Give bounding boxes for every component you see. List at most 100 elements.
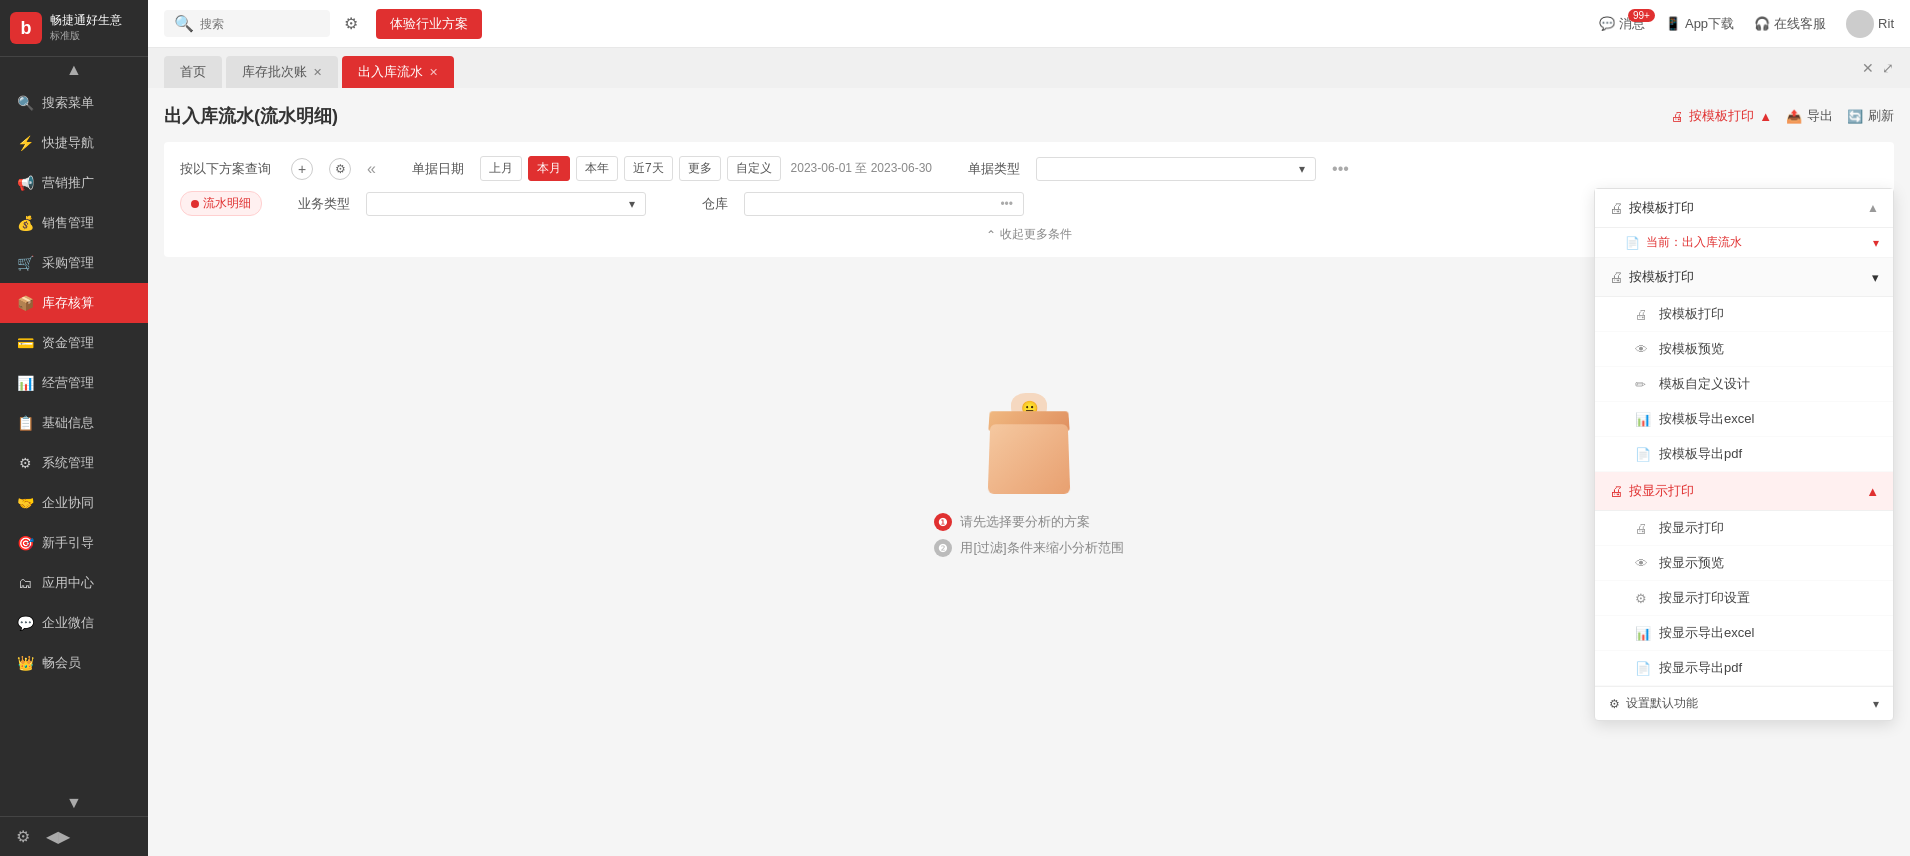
empty-step2-text: 用[过滤]条件来缩小分析范围	[960, 539, 1123, 557]
flow-detail-tag[interactable]: 流水明细	[180, 191, 262, 216]
date-btn-7days[interactable]: 近7天	[624, 156, 673, 181]
print-template-label: 按模板打印	[1689, 107, 1754, 125]
date-btn-last-month[interactable]: 上月	[480, 156, 522, 181]
app-download-btn[interactable]: 📱 App下载	[1665, 15, 1734, 33]
sidebar-item-base-info[interactable]: 📋 基础信息	[0, 403, 148, 443]
doc-type-select[interactable]: ▾	[1036, 157, 1316, 181]
date-btn-this-month[interactable]: 本月	[528, 156, 570, 181]
user-profile-btn[interactable]: Rit	[1846, 10, 1894, 38]
date-btn-custom[interactable]: 自定义	[727, 156, 781, 181]
sidebar-item-operations[interactable]: 📊 经营管理	[0, 363, 148, 403]
sidebar-item-member[interactable]: 👑 畅会员	[0, 643, 148, 683]
tab-maximize-icon[interactable]: ⤢	[1882, 60, 1894, 76]
tab-inout-flow-close[interactable]: ✕	[429, 66, 438, 79]
dropdown-item-display-settings[interactable]: ⚙ 按显示打印设置	[1595, 581, 1893, 616]
date-range-display: 2023-06-01 至 2023-06-30	[791, 160, 932, 177]
main-area: 🔍 ⚙ 体验行业方案 💬 消息 99+ 📱 App下载 🎧 在线客服 R	[148, 0, 1910, 856]
dropdown-item-template-pdf[interactable]: 📄 按模板导出pdf	[1595, 437, 1893, 472]
message-btn[interactable]: 💬 消息 99+	[1599, 15, 1645, 33]
header-search-box[interactable]: 🔍	[164, 10, 330, 37]
page-actions: 🖨 按模板打印 ▲ 📤 导出 🔄 刷新	[1671, 107, 1894, 125]
display-print-section-header[interactable]: 🖨 按显示打印 ▲	[1595, 472, 1893, 511]
doc-type-more-icon[interactable]: •••	[1332, 160, 1349, 178]
dropdown-item-display-excel[interactable]: 📊 按显示导出excel	[1595, 616, 1893, 651]
sidebar-item-system[interactable]: ⚙ 系统管理	[0, 443, 148, 483]
warehouse-select[interactable]: •••	[744, 192, 1024, 216]
sidebar-item-search-menu[interactable]: 🔍 搜索菜单	[0, 83, 148, 123]
filter-settings-btn[interactable]: ⚙	[329, 158, 351, 180]
app-download-label: App下载	[1685, 15, 1734, 33]
dropdown-chevron-up[interactable]: ▲	[1867, 201, 1879, 215]
date-btn-more[interactable]: 更多	[679, 156, 721, 181]
date-label: 单据日期	[412, 160, 464, 178]
tab-home[interactable]: 首页	[164, 56, 222, 88]
current-label-text: 当前：出入库流水	[1646, 234, 1742, 251]
tab-batch-account-label: 库存批次账	[242, 63, 307, 81]
print-template-btn[interactable]: 🖨 按模板打印 ▲	[1671, 107, 1772, 125]
dropdown-item-template-preview[interactable]: 👁 按模板预览	[1595, 332, 1893, 367]
filter-add-btn[interactable]: +	[291, 158, 313, 180]
warehouse-more-icon[interactable]: •••	[1000, 197, 1013, 211]
operations-icon: 📊	[16, 374, 34, 392]
sidebar-item-sales[interactable]: 💰 销售管理	[0, 203, 148, 243]
dropdown-item-template-excel[interactable]: 📊 按模板导出excel	[1595, 402, 1893, 437]
online-service-label: 在线客服	[1774, 15, 1826, 33]
print-dropdown-arrow[interactable]: ▲	[1759, 109, 1772, 124]
purchase-icon: 🛒	[16, 254, 34, 272]
online-service-btn[interactable]: 🎧 在线客服	[1754, 15, 1826, 33]
display-preview-icon: 👁	[1635, 556, 1651, 571]
sidebar-item-weixin[interactable]: 💬 企业微信	[0, 603, 148, 643]
dropdown-item-display-preview[interactable]: 👁 按显示预览	[1595, 546, 1893, 581]
sidebar-item-purchase[interactable]: 🛒 采购管理	[0, 243, 148, 283]
template-excel-label: 按模板导出excel	[1659, 410, 1754, 428]
sidebar-item-finance[interactable]: 💳 资金管理	[0, 323, 148, 363]
biz-type-select[interactable]: ▾	[366, 192, 646, 216]
search-plan-label: 按以下方案查询	[180, 160, 271, 178]
sidebar-item-inventory[interactable]: 📦 库存核算	[0, 283, 148, 323]
template-section-arrow[interactable]: ▾	[1872, 270, 1879, 285]
sidebar-item-marketing[interactable]: 📢 营销推广	[0, 163, 148, 203]
header-gear-icon[interactable]: ⚙	[344, 14, 358, 33]
empty-text: ❶ 请先选择要分析的方案 ❷ 用[过滤]条件来缩小分析范围	[934, 513, 1123, 557]
search-icon: 🔍	[174, 14, 194, 33]
search-input[interactable]	[200, 17, 320, 31]
sidebar-item-app-center[interactable]: 🗂 应用中心	[0, 563, 148, 603]
industry-btn[interactable]: 体验行业方案	[376, 9, 482, 39]
print-icon: 🖨	[1671, 109, 1684, 124]
sidebar-item-quick-nav[interactable]: ⚡ 快捷导航	[0, 123, 148, 163]
search-menu-icon: 🔍	[16, 94, 34, 112]
sidebar-item-guide[interactable]: 🎯 新手引导	[0, 523, 148, 563]
bottom-collapse-icon[interactable]: ◀▶	[46, 827, 70, 846]
template-print-section-header[interactable]: 🖨 按模板打印 ▾	[1595, 258, 1893, 297]
tab-close-window-icon[interactable]: ✕	[1862, 60, 1874, 76]
current-chevron[interactable]: ▾	[1873, 236, 1879, 250]
sidebar-scroll-down[interactable]: ▼	[0, 790, 148, 816]
template-preview-label: 按模板预览	[1659, 340, 1724, 358]
footer-dropdown-arrow[interactable]: ▾	[1873, 697, 1879, 711]
empty-step1-text: 请先选择要分析的方案	[960, 513, 1090, 531]
sidebar-item-company[interactable]: 🤝 企业协同	[0, 483, 148, 523]
tab-batch-account-close[interactable]: ✕	[313, 66, 322, 79]
current-icon: 📄	[1625, 236, 1640, 250]
sidebar-label-purchase: 采购管理	[42, 254, 94, 272]
refresh-btn[interactable]: 🔄 刷新	[1847, 107, 1894, 125]
dropdown-footer[interactable]: ⚙ 设置默认功能 ▾	[1595, 686, 1893, 720]
display-section-arrow[interactable]: ▲	[1866, 484, 1879, 499]
dropdown-item-display-pdf[interactable]: 📄 按显示导出pdf	[1595, 651, 1893, 686]
filter-collapse-icon[interactable]: «	[367, 160, 376, 178]
sales-icon: 💰	[16, 214, 34, 232]
tab-inout-flow[interactable]: 出入库流水 ✕	[342, 56, 454, 88]
tab-bar-right: ✕ ⤢	[1862, 60, 1894, 76]
sidebar-scroll-up[interactable]: ▲	[0, 57, 148, 83]
sidebar-label-operations: 经营管理	[42, 374, 94, 392]
export-btn[interactable]: 📤 导出	[1786, 107, 1833, 125]
dropdown-item-template-custom[interactable]: ✏ 模板自定义设计	[1595, 367, 1893, 402]
dropdown-item-display-print[interactable]: 🖨 按显示打印	[1595, 511, 1893, 546]
date-btn-this-year[interactable]: 本年	[576, 156, 618, 181]
system-icon: ⚙	[16, 454, 34, 472]
tab-batch-account[interactable]: 库存批次账 ✕	[226, 56, 338, 88]
message-badge: 99+	[1628, 9, 1655, 22]
bottom-settings-icon[interactable]: ⚙	[16, 827, 30, 846]
dropdown-item-template-print[interactable]: 🖨 按模板打印	[1595, 297, 1893, 332]
sidebar-bottom: ⚙ ◀▶	[0, 816, 148, 856]
